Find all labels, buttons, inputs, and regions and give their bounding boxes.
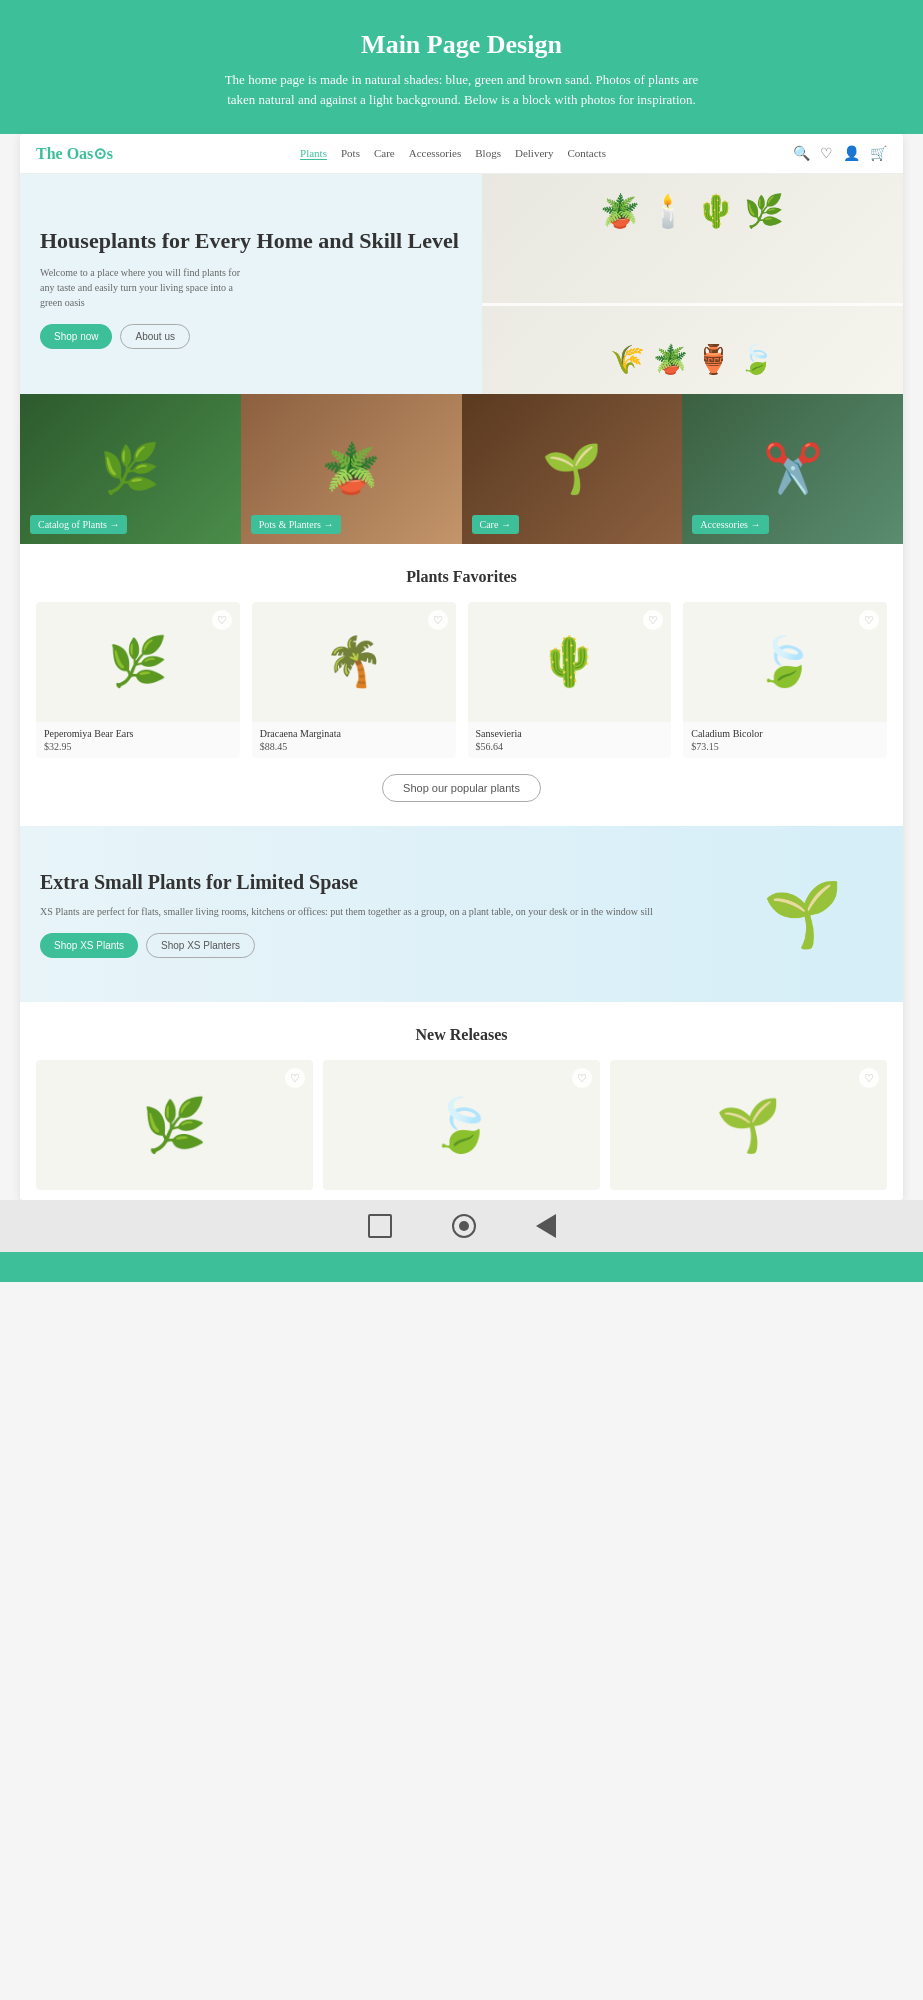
cart-icon[interactable]: 🛒 <box>870 145 887 162</box>
category-plants[interactable]: 🌿 Catalog of Plants → <box>20 394 241 544</box>
plant-price-3: $56.64 <box>476 741 664 752</box>
plant-info-2: Dracaena Marginata $88.45 <box>252 722 456 758</box>
plant-card-3: 🌵 ♡ Sansevieria $56.64 <box>468 602 672 758</box>
category-plants-label: Catalog of Plants → <box>30 515 127 534</box>
navbar: The Oas⊙s Plants Pots Care Accessories B… <box>20 134 903 174</box>
new-plant-2: 🍃 ♡ <box>323 1060 600 1190</box>
website-mockup: The Oas⊙s Plants Pots Care Accessories B… <box>20 134 903 1200</box>
plant-card-4: 🍃 ♡ Caladium Bicolor $73.15 <box>683 602 887 758</box>
plant-img-2: 🌴 <box>252 602 456 722</box>
account-icon[interactable]: 👤 <box>843 145 860 162</box>
bottom-nav <box>0 1200 923 1252</box>
new-wishlist-1[interactable]: ♡ <box>285 1068 305 1088</box>
plant-img-3: 🌵 <box>468 602 672 722</box>
nav-contacts[interactable]: Contacts <box>567 147 606 160</box>
plant-price-4: $73.15 <box>691 741 879 752</box>
shop-popular-button[interactable]: Shop our popular plants <box>382 774 541 802</box>
hero-left: Houseplants for Every Home and Skill Lev… <box>20 174 482 394</box>
category-pots[interactable]: 🪴 Pots & Planters → <box>241 394 462 544</box>
new-plant-emoji-1: 🌿 <box>142 1095 207 1156</box>
nav-plants[interactable]: Plants <box>300 147 327 160</box>
nav-delivery[interactable]: Delivery <box>515 147 553 160</box>
main-title: Main Page Design <box>20 30 903 60</box>
new-plant-1: 🌿 ♡ <box>36 1060 313 1190</box>
nav-links: Plants Pots Care Accessories Blogs Deliv… <box>300 147 606 160</box>
logo-icon: ⊙ <box>93 145 106 162</box>
logo-suffix: s <box>107 145 113 162</box>
wishlist-1[interactable]: ♡ <box>212 610 232 630</box>
shelf-plants-bottom: 🌾🪴🏺🍃 <box>610 343 774 376</box>
shelf-decoration <box>482 303 904 306</box>
logo[interactable]: The Oas⊙s <box>36 144 113 163</box>
new-plant-3: 🌱 ♡ <box>610 1060 887 1190</box>
new-releases-section: New Releases 🌿 ♡ 🍃 ♡ 🌱 ♡ <box>20 1002 903 1200</box>
wishlist-icon[interactable]: ♡ <box>820 145 833 162</box>
plants-grid: 🌿 ♡ Peperomiya Bear Ears $32.95 🌴 ♡ Drac… <box>36 602 887 758</box>
new-releases-title: New Releases <box>36 1026 887 1044</box>
shop-xs-plants-button[interactable]: Shop XS Plants <box>40 933 138 958</box>
hero-heading: Houseplants for Every Home and Skill Lev… <box>40 227 462 256</box>
hero-section: Houseplants for Every Home and Skill Lev… <box>20 174 903 394</box>
plant-info-1: Peperomiya Bear Ears $32.95 <box>36 722 240 758</box>
category-accessories-label: Accessories → <box>692 515 768 534</box>
plant-card-2: 🌴 ♡ Dracaena Marginata $88.45 <box>252 602 456 758</box>
hero-buttons: Shop now About us <box>40 324 462 349</box>
new-wishlist-3[interactable]: ♡ <box>859 1068 879 1088</box>
plant-price-2: $88.45 <box>260 741 448 752</box>
about-us-button[interactable]: About us <box>120 324 189 349</box>
xs-banner: Extra Small Plants for Limited Spase XS … <box>20 826 903 1002</box>
plant-name-2: Dracaena Marginata <box>260 728 448 739</box>
shelf-plants-top: 🪴🕯️🌵🌿 <box>600 192 784 230</box>
shop-now-button[interactable]: Shop now <box>40 324 112 349</box>
category-care[interactable]: 🌱 Care → <box>462 394 683 544</box>
new-releases-grid: 🌿 ♡ 🍃 ♡ 🌱 ♡ <box>36 1060 887 1190</box>
category-grid: 🌿 Catalog of Plants → 🪴 Pots & Planters … <box>20 394 903 544</box>
plant-info-4: Caladium Bicolor $73.15 <box>683 722 887 758</box>
xs-banner-image: 🌱 <box>723 854 883 974</box>
xs-description: XS Plants are perfect for flats, smaller… <box>40 904 703 919</box>
plant-name-4: Caladium Bicolor <box>691 728 879 739</box>
favorites-section: Plants Favorites 🌿 ♡ Peperomiya Bear Ear… <box>20 544 903 826</box>
category-care-label: Care → <box>472 515 519 534</box>
xs-banner-text: Extra Small Plants for Limited Spase XS … <box>40 871 703 958</box>
nav-blogs[interactable]: Blogs <box>475 147 501 160</box>
nav-icons: 🔍 ♡ 👤 🛒 <box>793 145 887 162</box>
plant-info-3: Sansevieria $56.64 <box>468 722 672 758</box>
back-button[interactable] <box>536 1214 556 1238</box>
hero-right: 🪴🕯️🌵🌿 🌾🪴🏺🍃 <box>482 174 904 394</box>
new-wishlist-2[interactable]: ♡ <box>572 1068 592 1088</box>
logo-text: The Oas <box>36 145 93 162</box>
favorites-title: Plants Favorites <box>36 568 887 586</box>
nav-pots[interactable]: Pots <box>341 147 360 160</box>
plant-img-4: 🍃 <box>683 602 887 722</box>
search-icon[interactable]: 🔍 <box>793 145 810 162</box>
hero-description: Welcome to a place where you will find p… <box>40 265 240 310</box>
category-pots-label: Pots & Planters → <box>251 515 342 534</box>
plant-name-3: Sansevieria <box>476 728 664 739</box>
wishlist-2[interactable]: ♡ <box>428 610 448 630</box>
stop-button[interactable] <box>368 1214 392 1238</box>
plant-name-1: Peperomiya Bear Ears <box>44 728 232 739</box>
wishlist-4[interactable]: ♡ <box>859 610 879 630</box>
nav-care[interactable]: Care <box>374 147 395 160</box>
plant-card-1: 🌿 ♡ Peperomiya Bear Ears $32.95 <box>36 602 240 758</box>
xs-heading: Extra Small Plants for Limited Spase <box>40 871 703 894</box>
main-description: The home page is made in natural shades:… <box>212 70 712 109</box>
plant-price-1: $32.95 <box>44 741 232 752</box>
hero-shelf: 🪴🕯️🌵🌿 🌾🪴🏺🍃 <box>482 174 904 394</box>
xs-buttons: Shop XS Plants Shop XS Planters <box>40 933 703 958</box>
plant-img-1: 🌿 <box>36 602 240 722</box>
home-button[interactable] <box>452 1214 476 1238</box>
shop-btn-wrap: Shop our popular plants <box>36 774 887 802</box>
shop-xs-planters-button[interactable]: Shop XS Planters <box>146 933 255 958</box>
top-header: Main Page Design The home page is made i… <box>0 0 923 134</box>
new-plant-emoji-2: 🍃 <box>429 1095 494 1156</box>
new-plant-emoji-3: 🌱 <box>716 1095 781 1156</box>
nav-accessories[interactable]: Accessories <box>409 147 462 160</box>
category-accessories[interactable]: ✂️ Accessories → <box>682 394 903 544</box>
bottom-teal-bar <box>0 1252 923 1282</box>
